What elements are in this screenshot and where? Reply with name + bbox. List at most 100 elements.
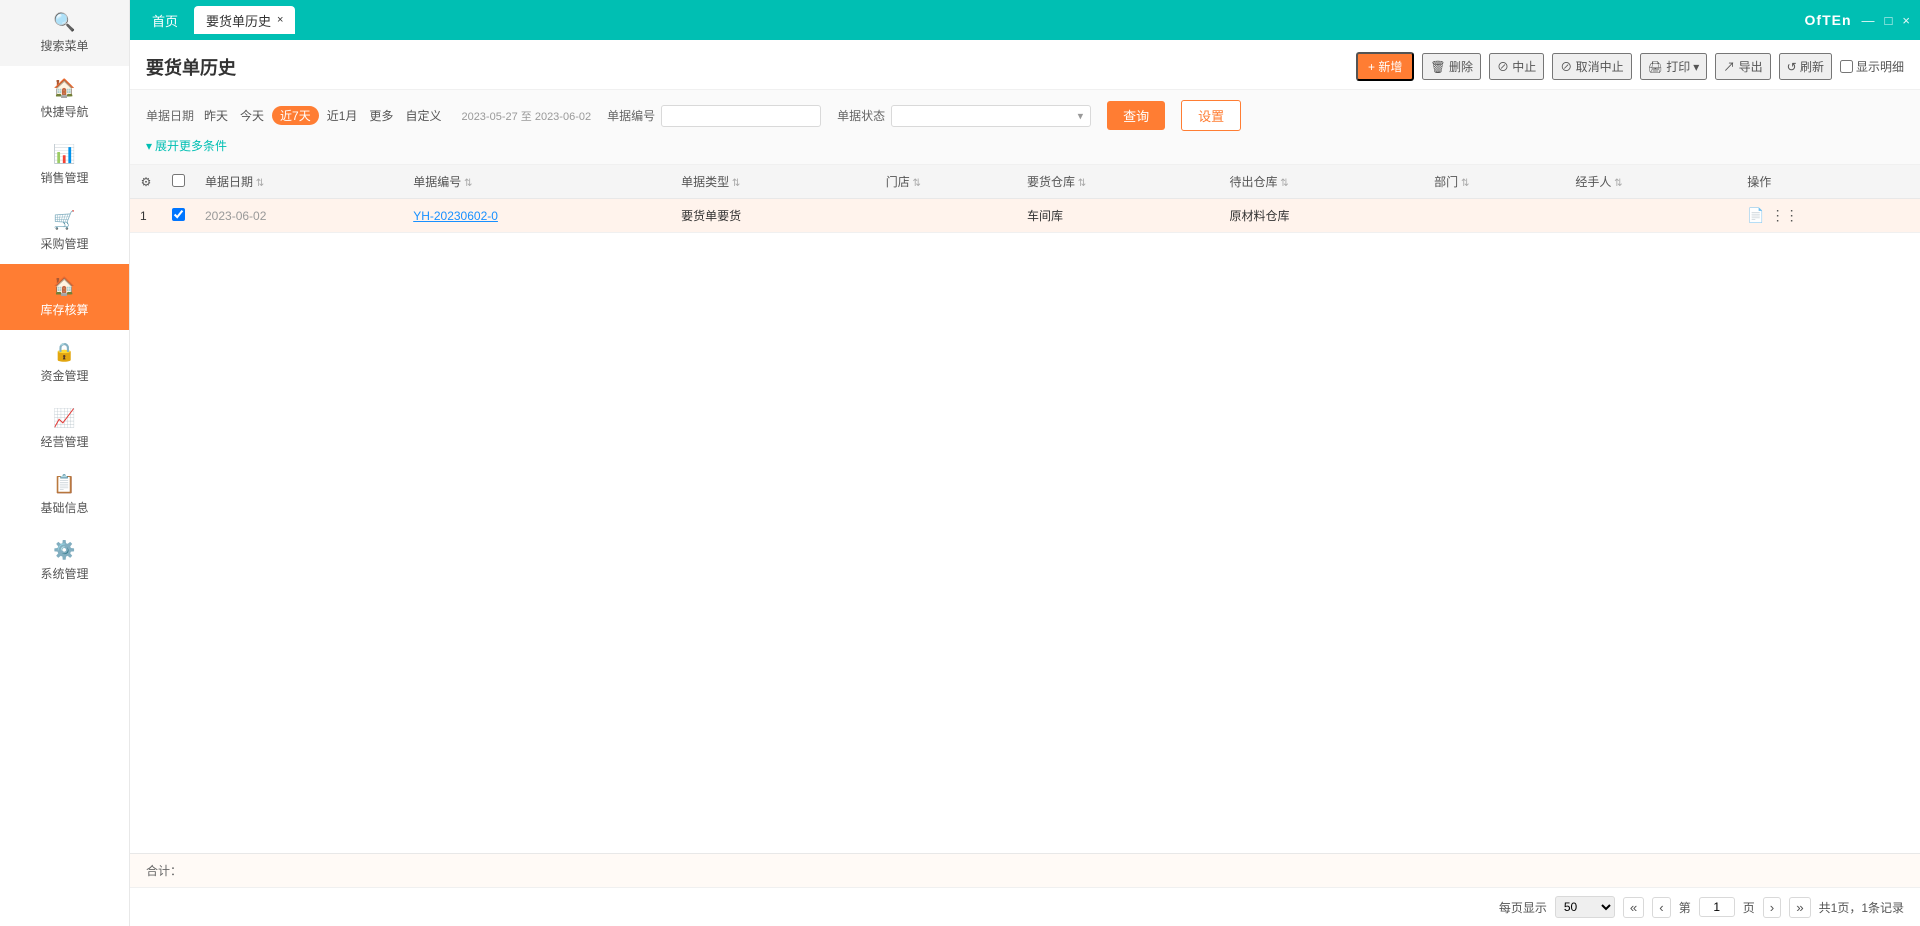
select-all-checkbox[interactable] <box>172 174 185 187</box>
row-dept <box>1424 199 1565 233</box>
sidebar-item-label: 资金管理 <box>40 367 88 384</box>
row-pending-warehouse: 原材料仓库 <box>1220 199 1425 233</box>
date-range-group: 2023-05-27 至 2023-06-02 <box>461 108 591 124</box>
col-pending-warehouse[interactable]: 待出仓库 <box>1220 165 1425 199</box>
row-more-icon[interactable]: ⋮⋮ <box>1771 207 1799 224</box>
sidebar-item-label: 搜索菜单 <box>40 37 88 54</box>
tab-close-icon[interactable]: × <box>277 14 283 26</box>
sidebar-item-baseinfo[interactable]: 📋 基础信息 <box>0 462 129 528</box>
order-no-filter-group: 单据编号 <box>607 105 821 127</box>
col-store[interactable]: 门店 <box>876 165 1017 199</box>
row-store <box>876 199 1017 233</box>
first-page-button[interactable]: « <box>1623 897 1644 918</box>
prev-page-button[interactable]: ‹ <box>1652 897 1670 918</box>
print-button[interactable]: 🖨 打印 ▾ <box>1640 53 1708 80</box>
row-handler <box>1565 199 1737 233</box>
total-info: 共1页，1条记录 <box>1819 899 1904 916</box>
sidebar-item-label: 基础信息 <box>40 499 88 516</box>
shortcut-yesterday[interactable]: 昨天 <box>200 106 232 125</box>
main-area: 首页 要货单历史 × OfTEn — □ × 要货单历史 + 新增 🗑 删除 <box>130 0 1920 926</box>
purchase-icon: 🛒 <box>53 210 75 231</box>
sidebar-item-label: 采购管理 <box>40 235 88 252</box>
shortcut-more[interactable]: 更多 <box>365 106 397 125</box>
operations-icon: 📈 <box>53 408 75 429</box>
col-order-type[interactable]: 单据类型 <box>671 165 876 199</box>
show-detail-label: 显示明细 <box>1840 58 1904 75</box>
table-row: 1 2023-06-02 YH-20230602-0 要货单要货 车间库 原材料… <box>130 199 1920 233</box>
sidebar-item-label: 快捷导航 <box>40 103 88 120</box>
sidebar-item-inventory[interactable]: 🏠 库存核算 <box>0 264 129 330</box>
col-order-no[interactable]: 单据编号 <box>403 165 671 199</box>
minimize-button[interactable]: — <box>1862 13 1875 28</box>
status-label: 单据状态 <box>837 107 885 124</box>
data-table: ⚙ 单据日期 单据编号 单据类型 门店 要货仓库 待出仓库 部门 经手人 操作 <box>130 165 1920 233</box>
page-number-input[interactable] <box>1699 897 1735 917</box>
expand-more-btn[interactable]: ▾ 展开更多条件 <box>146 137 1904 154</box>
order-no-input[interactable] <box>661 105 821 127</box>
toolbar: + 新增 🗑 删除 ⊘ 中止 ⊘ 取消中止 🖨 打印 ▾ ↗ 导出 <box>1356 52 1904 81</box>
sidebar-item-system[interactable]: ⚙️ 系统管理 <box>0 528 129 594</box>
close-window-button[interactable]: × <box>1902 13 1910 28</box>
topbar: 首页 要货单历史 × OfTEn — □ × <box>130 0 1920 40</box>
expand-more-label: 展开更多条件 <box>155 137 227 154</box>
col-req-warehouse[interactable]: 要货仓库 <box>1017 165 1220 199</box>
row-edit-icon[interactable]: 📄 <box>1747 207 1764 224</box>
order-no-label: 单据编号 <box>607 107 655 124</box>
sidebar-item-search[interactable]: 🔍 搜索菜单 <box>0 0 129 66</box>
query-button[interactable]: 查询 <box>1107 101 1165 130</box>
status-select[interactable] <box>891 105 1091 127</box>
date-range-display: 2023-05-27 至 2023-06-02 <box>461 108 591 124</box>
export-button[interactable]: ↗ 导出 <box>1715 53 1770 80</box>
col-handler[interactable]: 经手人 <box>1565 165 1737 199</box>
suspend-button[interactable]: ⊘ 中止 <box>1489 53 1544 80</box>
new-button[interactable]: + 新增 <box>1356 52 1414 81</box>
page-size-select[interactable]: 50 100 200 <box>1555 896 1615 918</box>
summary-label: 合计： <box>146 862 182 879</box>
page-label: 第 <box>1679 899 1691 916</box>
page-header: 要货单历史 + 新增 🗑 删除 ⊘ 中止 ⊘ 取消中止 🖨 打印 ▾ <box>130 40 1920 90</box>
shortcut-custom[interactable]: 自定义 <box>401 106 445 125</box>
tab-active-label: 要货单历史 <box>206 11 271 30</box>
row-order-no[interactable]: YH-20230602-0 <box>403 199 671 233</box>
last-page-button[interactable]: » <box>1789 897 1810 918</box>
maximize-button[interactable]: □ <box>1885 13 1893 28</box>
cancel-suspend-button[interactable]: ⊘ 取消中止 <box>1552 53 1631 80</box>
settings-button[interactable]: 设置 <box>1181 100 1241 131</box>
col-dept[interactable]: 部门 <box>1424 165 1565 199</box>
next-page-button[interactable]: › <box>1763 897 1781 918</box>
row-checkbox[interactable] <box>162 199 195 233</box>
date-filter-label: 单据日期 <box>146 107 194 124</box>
sidebar-item-operations[interactable]: 📈 经营管理 <box>0 396 129 462</box>
page-size-label: 每页显示 <box>1499 899 1547 916</box>
sidebar-item-quicknav[interactable]: 🏠 快捷导航 <box>0 66 129 132</box>
col-settings[interactable]: ⚙ <box>130 165 162 199</box>
delete-button[interactable]: 🗑 删除 <box>1422 53 1481 80</box>
tab-active[interactable]: 要货单历史 × <box>194 6 295 34</box>
row-date: 2023-06-02 <box>195 199 403 233</box>
table-wrapper: ⚙ 单据日期 单据编号 单据类型 门店 要货仓库 待出仓库 部门 经手人 操作 <box>130 165 1920 853</box>
home-icon: 🏠 <box>53 78 75 99</box>
date-filter-group: 单据日期 昨天 今天 近7天 近1月 更多 自定义 <box>146 106 445 125</box>
col-action: 操作 <box>1737 165 1920 199</box>
finance-icon: 🔒 <box>53 342 75 363</box>
refresh-button[interactable]: ↺ 刷新 <box>1779 53 1832 80</box>
filter-row-1: 单据日期 昨天 今天 近7天 近1月 更多 自定义 2023-05-27 至 2… <box>146 100 1904 131</box>
filter-bar: 单据日期 昨天 今天 近7天 近1月 更多 自定义 2023-05-27 至 2… <box>130 90 1920 165</box>
sidebar-item-finance[interactable]: 🔒 资金管理 <box>0 330 129 396</box>
sidebar-item-label: 系统管理 <box>40 565 88 582</box>
shortcut-1month[interactable]: 近1月 <box>323 106 362 125</box>
shortcut-7days[interactable]: 近7天 <box>272 106 319 125</box>
shortcut-today[interactable]: 今天 <box>236 106 268 125</box>
tab-home[interactable]: 首页 <box>140 6 190 34</box>
tab-home-label: 首页 <box>152 11 178 30</box>
app-logo: OfTEn <box>1805 12 1852 28</box>
sidebar: 🔍 搜索菜单 🏠 快捷导航 📊 销售管理 🛒 采购管理 🏠 库存核算 🔒 资金管… <box>0 0 130 926</box>
sidebar-item-sales[interactable]: 📊 销售管理 <box>0 132 129 198</box>
row-req-warehouse: 车间库 <box>1017 199 1220 233</box>
search-menu-icon: 🔍 <box>53 12 75 33</box>
sidebar-item-purchase[interactable]: 🛒 采购管理 <box>0 198 129 264</box>
expand-more-icon: ▾ <box>146 139 152 153</box>
status-filter-group: 单据状态 <box>837 105 1091 127</box>
show-detail-checkbox[interactable] <box>1840 60 1853 73</box>
col-date[interactable]: 单据日期 <box>195 165 403 199</box>
